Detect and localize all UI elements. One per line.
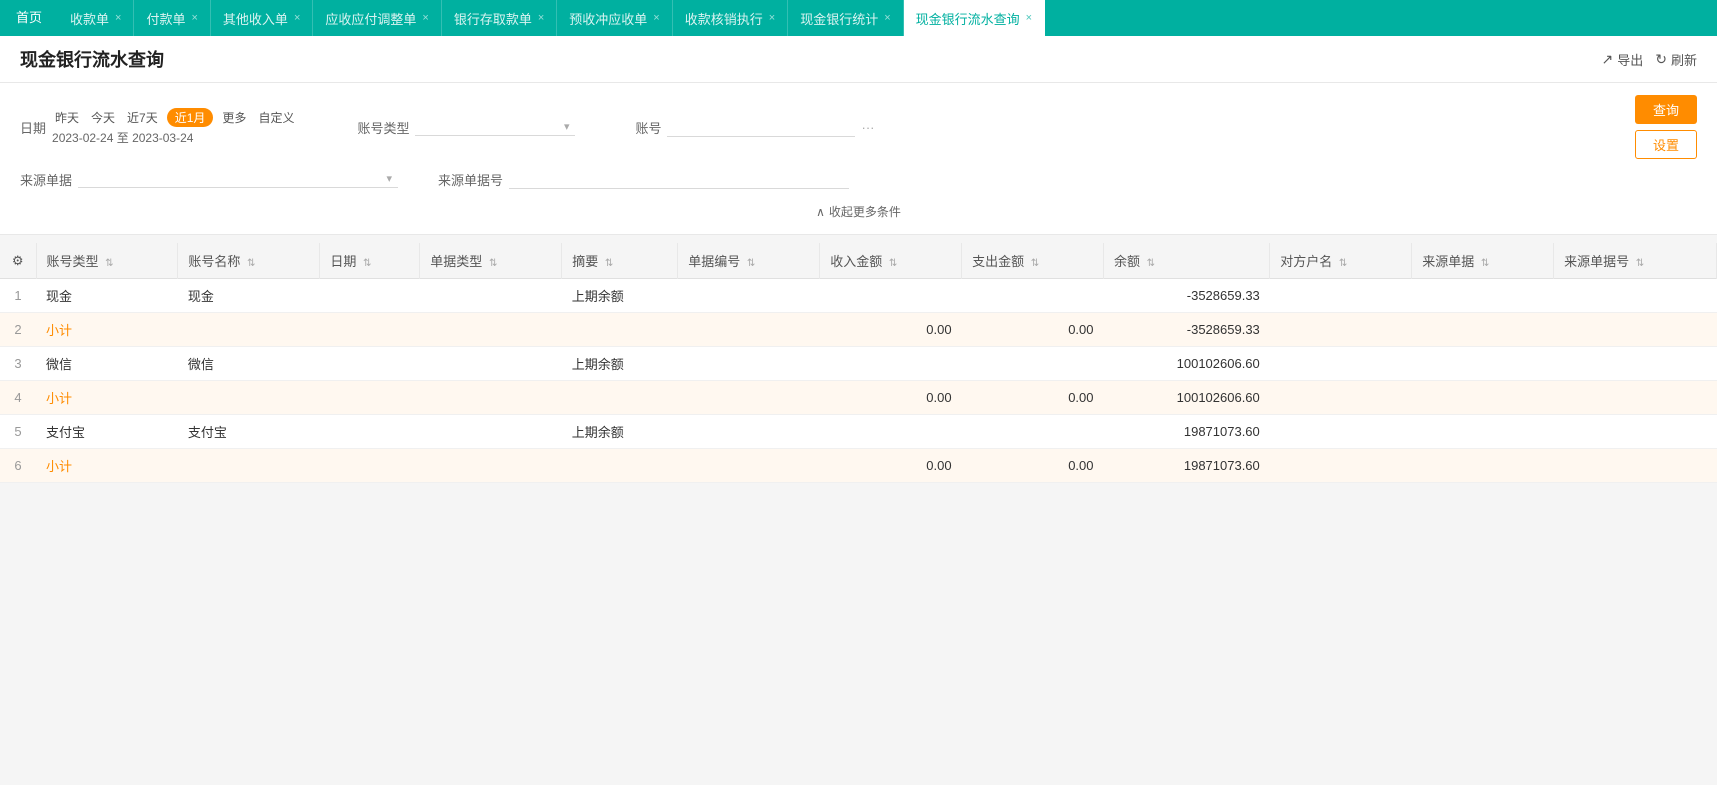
close-icon[interactable]: × [884, 12, 890, 24]
shortcut-today[interactable]: 今天 [88, 108, 118, 127]
col-summary[interactable]: 摘要 ⇅ [562, 243, 678, 279]
nav-tab-stats[interactable]: 现金银行统计 × [788, 0, 903, 36]
col-account-name[interactable]: 账号名称 ⇅ [178, 243, 320, 279]
shortcut-7days[interactable]: 近7天 [124, 108, 161, 127]
table-row[interactable]: 2小计0.000.00-3528659.33 [0, 313, 1717, 347]
table-container: ⚙ 账号类型 ⇅ 账号名称 ⇅ 日期 ⇅ 单据类型 ⇅ [0, 243, 1717, 483]
source-doc-num-label: 来源单据号 [438, 170, 503, 189]
account-input-group: ··· [667, 117, 874, 137]
settings-col-header[interactable]: ⚙ [0, 243, 36, 279]
account-type-filter: 账号类型 ▾ [357, 118, 575, 137]
sort-icon: ⇅ [489, 258, 497, 269]
source-doc-select[interactable]: ▾ [78, 170, 398, 188]
source-doc-label: 来源单据 [20, 170, 72, 189]
header-actions: ↗ 导出 ↻ 刷新 [1602, 50, 1698, 69]
shortcut-yesterday[interactable]: 昨天 [52, 108, 82, 127]
table-row[interactable]: 6小计0.000.0019871073.60 [0, 449, 1717, 483]
settings-button[interactable]: 设置 [1635, 130, 1697, 159]
export-button[interactable]: ↗ 导出 [1602, 50, 1644, 69]
source-doc-num-input[interactable] [509, 169, 849, 189]
sort-icon: ⇅ [1481, 258, 1489, 269]
date-label: 日期 [20, 118, 46, 137]
refresh-icon: ↻ [1655, 51, 1667, 68]
sort-icon: ⇅ [105, 258, 113, 269]
table-header: ⚙ 账号类型 ⇅ 账号名称 ⇅ 日期 ⇅ 单据类型 ⇅ [0, 243, 1717, 279]
sort-icon: ⇅ [889, 258, 897, 269]
chevron-down-icon: ▾ [386, 172, 392, 185]
col-date[interactable]: 日期 ⇅ [320, 243, 420, 279]
nav-tab-adjustment[interactable]: 应收应付调整单 × [313, 0, 441, 36]
table-body: 1现金现金上期余额-3528659.332小计0.000.00-3528659.… [0, 279, 1717, 483]
action-buttons: 查询 设置 [1635, 95, 1697, 159]
refresh-button[interactable]: ↻ 刷新 [1655, 50, 1697, 69]
date-filter: 日期 昨天 今天 近7天 近1月 更多 自定义 2023-02-24 至 202… [20, 108, 297, 146]
table-row[interactable]: 5支付宝支付宝上期余额19871073.60 [0, 415, 1717, 449]
close-icon[interactable]: × [115, 12, 121, 24]
nav-home[interactable]: 首页 [0, 0, 58, 36]
account-type-label: 账号类型 [357, 118, 409, 137]
col-account-type[interactable]: 账号类型 ⇅ [36, 243, 178, 279]
filter-row-1: 日期 昨天 今天 近7天 近1月 更多 自定义 2023-02-24 至 202… [20, 95, 1697, 159]
close-icon[interactable]: × [294, 12, 300, 24]
export-icon: ↗ [1602, 51, 1614, 68]
chevron-down-icon: ▾ [564, 120, 570, 133]
collapse-label: 收起更多条件 [829, 203, 901, 220]
nav-tab-other-income[interactable]: 其他收入单 × [211, 0, 313, 36]
sort-icon: ⇅ [1636, 258, 1644, 269]
data-table: ⚙ 账号类型 ⇅ 账号名称 ⇅ 日期 ⇅ 单据类型 ⇅ [0, 243, 1717, 483]
sort-icon: ⇅ [747, 258, 755, 269]
col-doc-type[interactable]: 单据类型 ⇅ [420, 243, 562, 279]
date-range-text: 2023-02-24 至 2023-03-24 [52, 129, 297, 146]
account-input[interactable] [667, 117, 855, 137]
chevron-up-icon: ∧ [816, 205, 825, 219]
sort-icon: ⇅ [1339, 258, 1347, 269]
sort-icon: ⇅ [605, 258, 613, 269]
col-source-doc[interactable]: 来源单据 ⇅ [1412, 243, 1554, 279]
col-counterpart[interactable]: 对方户名 ⇅ [1270, 243, 1412, 279]
sort-icon: ⇅ [1031, 258, 1039, 269]
close-icon[interactable]: × [769, 12, 775, 24]
sort-icon: ⇅ [1147, 258, 1155, 269]
top-navigation: 首页 收款单 × 付款单 × 其他收入单 × 应收应付调整单 × 银行存取款单 … [0, 0, 1717, 36]
nav-tab-prepay[interactable]: 预收冲应收单 × [557, 0, 672, 36]
page-header: 现金银行流水查询 ↗ 导出 ↻ 刷新 [0, 36, 1717, 83]
source-doc-filter: 来源单据 ▾ [20, 170, 398, 189]
filter-area: 日期 昨天 今天 近7天 近1月 更多 自定义 2023-02-24 至 202… [0, 83, 1717, 235]
close-icon[interactable]: × [422, 12, 428, 24]
close-icon[interactable]: × [653, 12, 659, 24]
col-doc-no[interactable]: 单据编号 ⇅ [678, 243, 820, 279]
close-icon[interactable]: × [538, 12, 544, 24]
shortcut-more[interactable]: 更多 [219, 108, 249, 127]
date-shortcuts: 昨天 今天 近7天 近1月 更多 自定义 [52, 108, 297, 127]
account-filter: 账号 ··· [635, 117, 874, 137]
header-row: ⚙ 账号类型 ⇅ 账号名称 ⇅ 日期 ⇅ 单据类型 ⇅ [0, 243, 1717, 279]
nav-tab-payment[interactable]: 付款单 × [134, 0, 210, 36]
table-row[interactable]: 1现金现金上期余额-3528659.33 [0, 279, 1717, 313]
source-doc-num-filter: 来源单据号 [438, 169, 849, 189]
more-options-icon[interactable]: ··· [861, 120, 874, 135]
col-income[interactable]: 收入金额 ⇅ [820, 243, 962, 279]
account-type-select[interactable]: ▾ [415, 118, 575, 136]
table-row[interactable]: 3微信微信上期余额100102606.60 [0, 347, 1717, 381]
gear-icon: ⚙ [12, 253, 24, 268]
col-source-doc-no[interactable]: 来源单据号 ⇅ [1554, 243, 1717, 279]
page-title: 现金银行流水查询 [20, 46, 164, 72]
col-expense[interactable]: 支出金额 ⇅ [962, 243, 1104, 279]
shortcut-custom[interactable]: 自定义 [255, 108, 297, 127]
filter-row-2: 来源单据 ▾ 来源单据号 [20, 169, 1697, 189]
sort-icon: ⇅ [247, 258, 255, 269]
sort-icon: ⇅ [363, 258, 371, 269]
close-icon[interactable]: × [191, 12, 197, 24]
collapse-bar[interactable]: ∧ 收起更多条件 [20, 199, 1697, 226]
nav-tab-bank-deposit[interactable]: 银行存取款单 × [442, 0, 557, 36]
table-row[interactable]: 4小计0.000.00100102606.60 [0, 381, 1717, 415]
col-balance[interactable]: 余额 ⇅ [1104, 243, 1270, 279]
account-label: 账号 [635, 118, 661, 137]
nav-tab-receipt[interactable]: 收款单 × [58, 0, 134, 36]
nav-tab-flow-query[interactable]: 现金银行流水查询 × [904, 0, 1045, 36]
query-button[interactable]: 查询 [1635, 95, 1697, 124]
shortcut-1month[interactable]: 近1月 [167, 108, 214, 127]
nav-tab-verify[interactable]: 收款核销执行 × [673, 0, 788, 36]
close-icon[interactable]: × [1026, 12, 1032, 24]
